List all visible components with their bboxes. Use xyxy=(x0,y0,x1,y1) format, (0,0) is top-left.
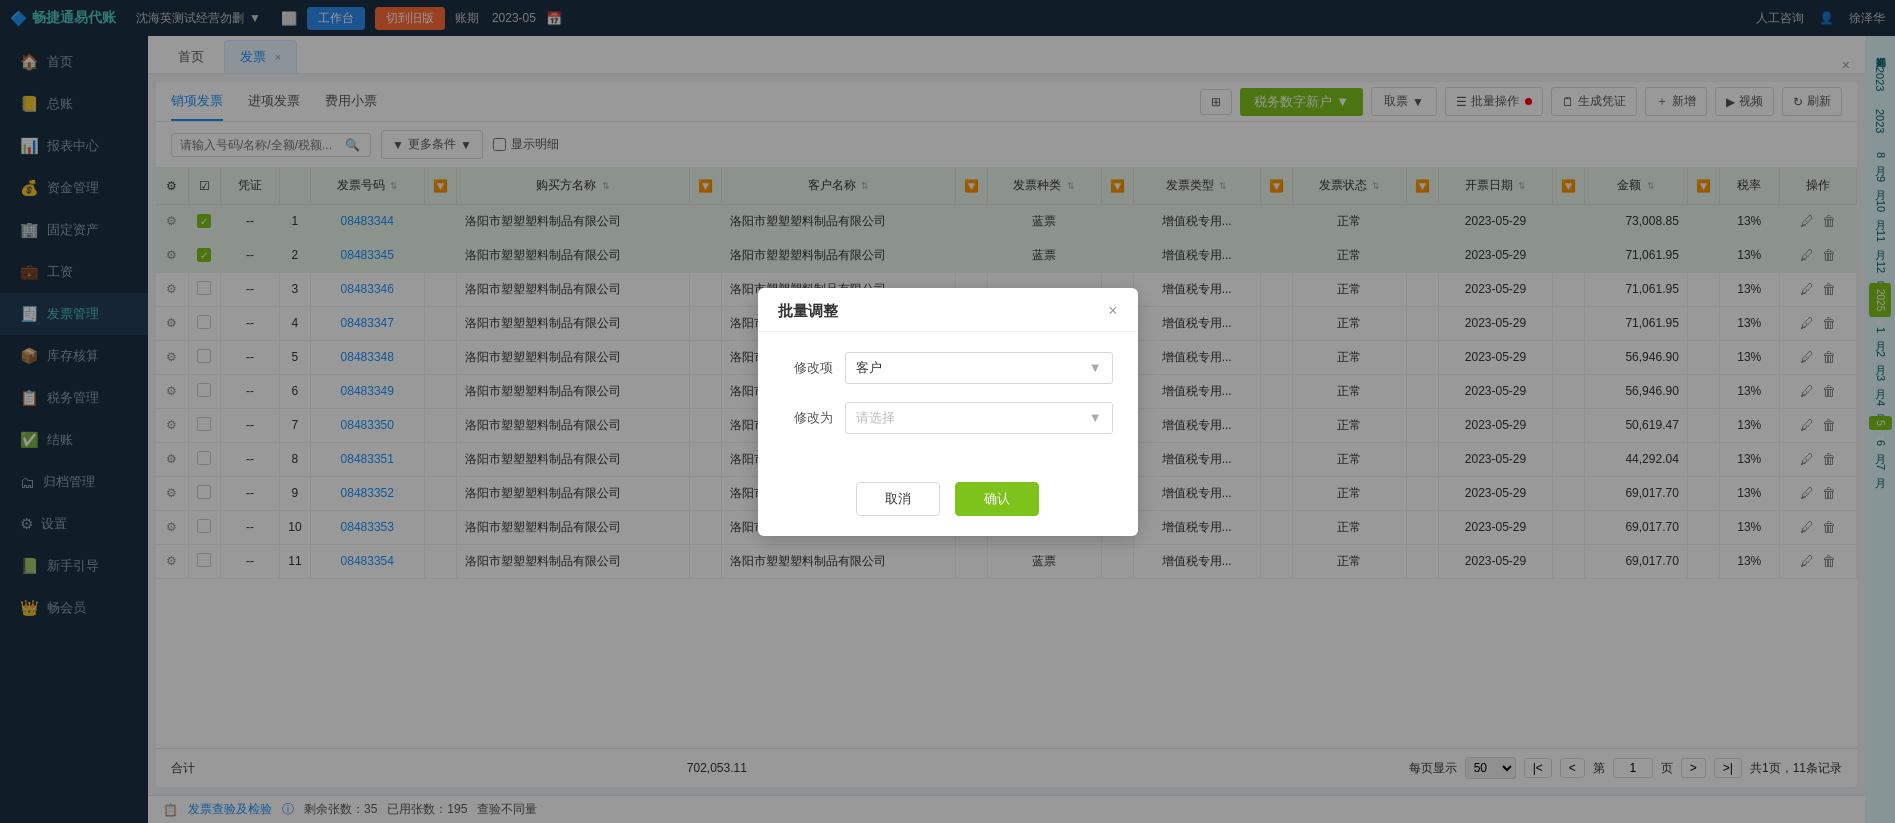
modify-to-label: 修改为 xyxy=(783,409,833,427)
modal-cancel-button[interactable]: 取消 xyxy=(856,482,940,516)
modify-item-value: 客户 xyxy=(856,359,882,377)
modify-to-placeholder: 请选择 xyxy=(856,409,895,427)
modal-body: 修改项 客户 ▼ 修改为 请选择 ▼ xyxy=(758,332,1138,472)
modal-overlay[interactable]: 批量调整 × 修改项 客户 ▼ 修改为 请选择 ▼ 取消 确认 xyxy=(0,0,1895,823)
modal-close-button[interactable]: × xyxy=(1108,302,1117,320)
batch-adjust-modal: 批量调整 × 修改项 客户 ▼ 修改为 请选择 ▼ 取消 确认 xyxy=(758,288,1138,536)
modify-item-dropdown-icon: ▼ xyxy=(1089,360,1102,375)
modal-footer: 取消 确认 xyxy=(758,472,1138,536)
modal-header: 批量调整 × xyxy=(758,288,1138,332)
modify-to-dropdown-icon: ▼ xyxy=(1089,410,1102,425)
modify-item-select[interactable]: 客户 ▼ xyxy=(845,352,1113,384)
modify-item-row: 修改项 客户 ▼ xyxy=(783,352,1113,384)
modal-confirm-button[interactable]: 确认 xyxy=(955,482,1039,516)
modify-item-label: 修改项 xyxy=(783,359,833,377)
modify-to-select[interactable]: 请选择 ▼ xyxy=(845,402,1113,434)
modal-title: 批量调整 xyxy=(778,302,838,321)
modify-to-row: 修改为 请选择 ▼ xyxy=(783,402,1113,434)
